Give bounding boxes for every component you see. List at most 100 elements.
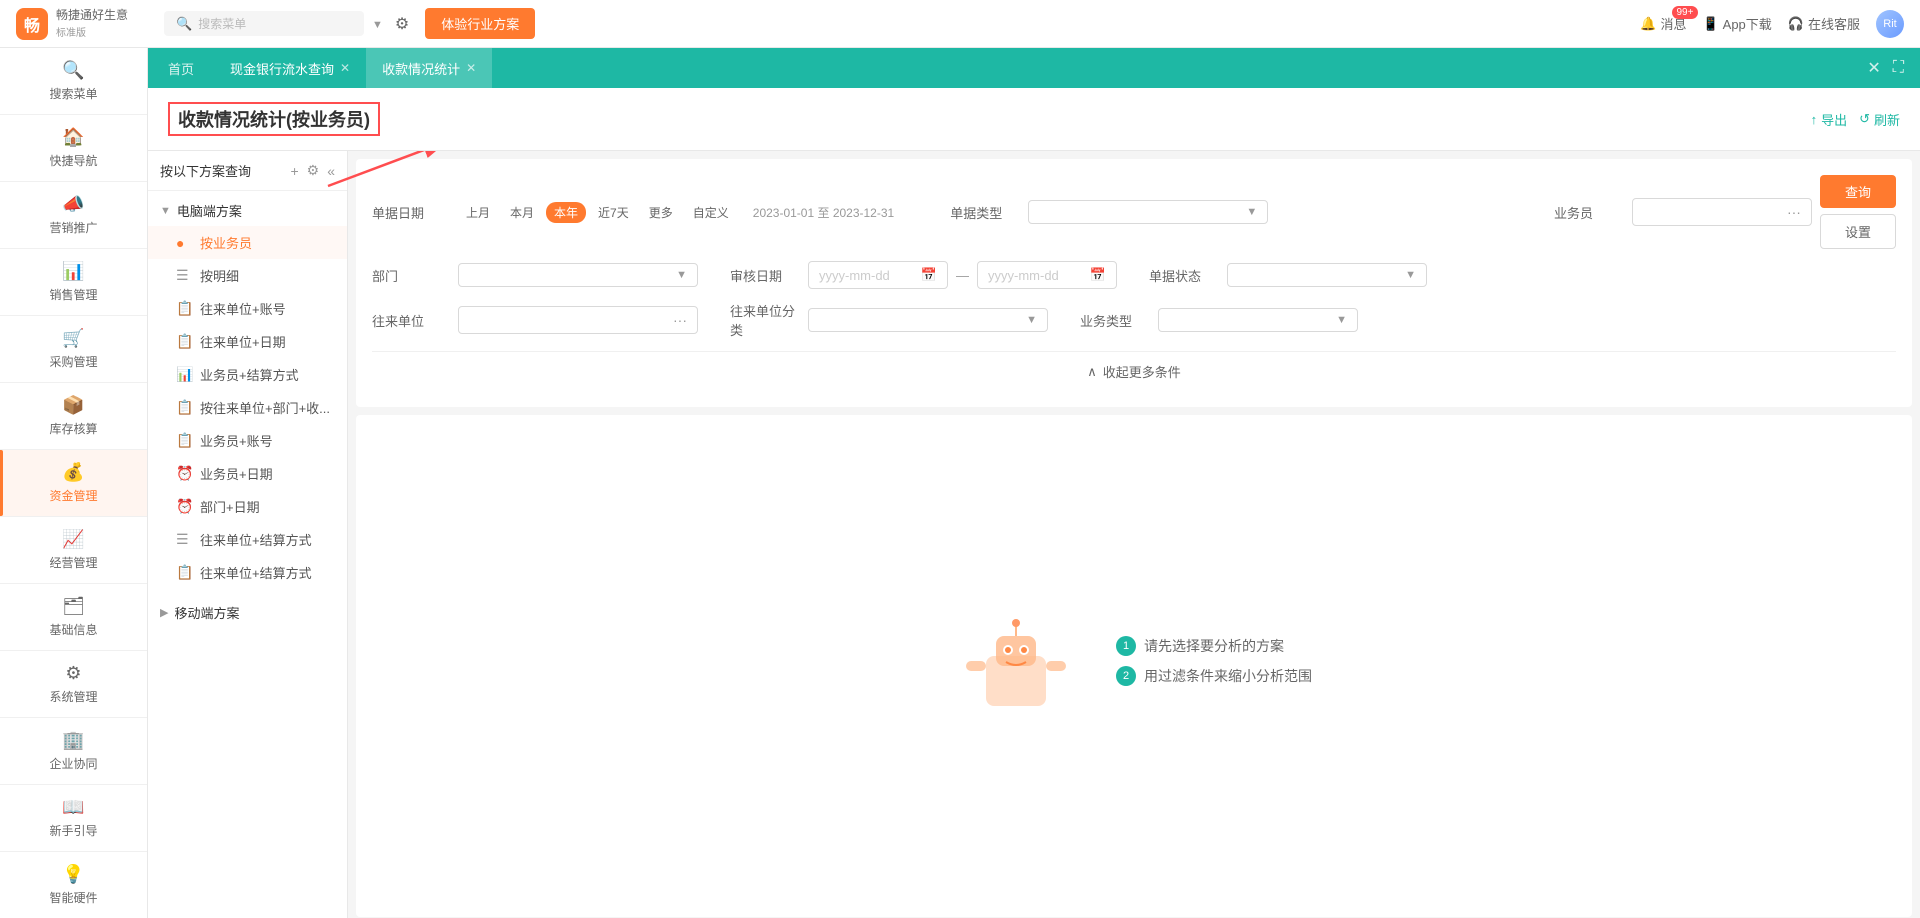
- filter-panel: 单据日期 上月 本月 本年 近7天 更多 自定义 2023-01-01 至 20…: [356, 159, 1912, 407]
- refresh-btn[interactable]: ↺ 刷新: [1859, 110, 1900, 129]
- salesperson-select[interactable]: ···: [1632, 198, 1812, 226]
- sidebar-item-enterprise[interactable]: 🏢 企业协同: [0, 718, 147, 785]
- refresh-icon: ↺: [1859, 111, 1870, 127]
- collapse-chevron-icon: ∧: [1087, 364, 1097, 380]
- sidebar-item-inventory[interactable]: 📦 库存核算: [0, 383, 147, 450]
- business-type-label: 业务类型: [1080, 311, 1150, 330]
- doc-type-label: 单据类型: [950, 203, 1020, 222]
- scheme-add-icon[interactable]: +: [290, 163, 298, 179]
- collapse-bar[interactable]: ∧ 收起更多条件: [372, 351, 1896, 391]
- gear-settings[interactable]: ⚙: [395, 14, 409, 34]
- tab-expand-btn[interactable]: ⛶: [1893, 59, 1904, 77]
- tab-bank-flow[interactable]: 现金银行流水查询 ✕: [214, 48, 366, 88]
- tab-bar: 首页 现金银行流水查询 ✕ 收款情况统计 ✕ ✕ ⛶: [148, 48, 1920, 88]
- settings-btn[interactable]: 设置: [1820, 214, 1896, 249]
- logo-text: 畅捷通好生意: [56, 8, 128, 24]
- header-search-box[interactable]: 🔍 搜索菜单: [164, 11, 364, 36]
- counterpart-select[interactable]: ···: [458, 306, 698, 334]
- main-layout: 🔍 搜索菜单 🏠 快捷导航 📣 营销推广 📊 销售管理 🛒 采购管理 📦 库存核…: [0, 48, 1920, 918]
- scheme-settings-icon[interactable]: ⚙: [307, 162, 320, 179]
- filter-actions: 查询 设置: [1820, 175, 1896, 249]
- scheme-collapse-icon[interactable]: «: [327, 163, 335, 179]
- scheme-item-by-salesperson[interactable]: ● 按业务员: [148, 226, 347, 259]
- tab-bank-flow-close[interactable]: ✕: [340, 61, 350, 75]
- logo-icon: 畅: [16, 8, 48, 40]
- audit-date-end[interactable]: yyyy-mm-dd 📅: [977, 261, 1117, 289]
- date-tab-this-month[interactable]: 本月: [502, 202, 542, 223]
- empty-state: 1 请先选择要分析的方案 2 用过滤条件来缩小分析范围: [356, 415, 1912, 917]
- dept-chevron: ▼: [676, 269, 687, 281]
- scheme-item-unit-account[interactable]: 📋 往来单位+账号: [148, 292, 347, 325]
- empty-state-steps: 1 请先选择要分析的方案 2 用过滤条件来缩小分析范围: [1116, 636, 1312, 696]
- page-inner: 按以下方案查询 + ⚙ « ▼ 电脑端方案: [148, 151, 1920, 918]
- dept-label: 部门: [372, 266, 442, 285]
- date-tab-custom[interactable]: 自定义: [685, 202, 737, 223]
- sidebar-item-finance[interactable]: 💰 资金管理: [0, 450, 147, 517]
- export-btn[interactable]: ↑ 导出: [1811, 110, 1848, 129]
- sidebar-item-smart-hw[interactable]: 💡 智能硬件: [0, 852, 147, 918]
- purchase-icon: 🛒: [62, 328, 84, 349]
- sidebar-item-operations[interactable]: 📈 经营管理: [0, 517, 147, 584]
- enterprise-icon: 🏢: [62, 730, 84, 751]
- salesperson-label: 业务员: [1554, 203, 1624, 222]
- sidebar-item-sales[interactable]: 📊 销售管理: [0, 249, 147, 316]
- trial-btn[interactable]: 体验行业方案: [425, 8, 535, 39]
- scheme-item-by-detail[interactable]: ☰ 按明细: [148, 259, 347, 292]
- doc-status-select[interactable]: ▼: [1227, 263, 1427, 287]
- business-type-chevron: ▼: [1336, 314, 1347, 326]
- dept-select[interactable]: ▼: [458, 263, 698, 287]
- unit-settlement1-icon: ☰: [176, 531, 192, 548]
- scheme-group-desktop: ▼ 电脑端方案 ● 按业务员 ☰ 按明细 📋: [148, 191, 347, 593]
- sidebar-item-marketing[interactable]: 📣 营销推广: [0, 182, 147, 249]
- query-btn[interactable]: 查询: [1820, 175, 1896, 208]
- scheme-item-dept-date[interactable]: ⏰ 部门+日期: [148, 490, 347, 523]
- sidebar-item-purchase[interactable]: 🛒 采购管理: [0, 316, 147, 383]
- business-type-select[interactable]: ▼: [1158, 308, 1358, 332]
- robot-illustration: [956, 606, 1076, 726]
- marketing-icon: 📣: [62, 194, 84, 215]
- doc-type-chevron: ▼: [1246, 206, 1257, 218]
- sidebar-item-guide[interactable]: 📖 新手引导: [0, 785, 147, 852]
- scheme-group-desktop-title[interactable]: ▼ 电脑端方案: [148, 195, 347, 226]
- scheme-header: 按以下方案查询 + ⚙ «: [148, 151, 347, 191]
- tab-collection-stats[interactable]: 收款情况统计 ✕: [366, 48, 492, 88]
- sidebar-item-search-menu[interactable]: 🔍 搜索菜单: [0, 48, 147, 115]
- dept-date-icon: ⏰: [176, 498, 192, 515]
- sidebar-item-basic-info[interactable]: 🗂 基础信息: [0, 584, 147, 651]
- tab-close-all-btn[interactable]: ✕: [1867, 58, 1880, 78]
- calendar-icon-2: 📅: [1090, 267, 1106, 283]
- scheme-item-unit-dept[interactable]: 📋 按往来单位+部门+收...: [148, 391, 347, 424]
- scheme-item-salesperson-date[interactable]: ⏰ 业务员+日期: [148, 457, 347, 490]
- audit-date-start[interactable]: yyyy-mm-dd 📅: [808, 261, 948, 289]
- date-tab-more[interactable]: 更多: [641, 202, 681, 223]
- online-service-btn[interactable]: 🎧 在线客服: [1788, 14, 1860, 33]
- app-download-btn[interactable]: 📱 App下载: [1702, 14, 1771, 33]
- tab-home[interactable]: 首页: [148, 48, 214, 88]
- search-menu-icon: 🔍: [62, 60, 84, 81]
- date-tab-last-7-days[interactable]: 近7天: [590, 202, 637, 223]
- header-chevron-down[interactable]: ▼: [372, 16, 383, 31]
- logo-badge: 标准版: [56, 24, 128, 39]
- scheme-item-salesperson-settlement[interactable]: 📊 业务员+结算方式: [148, 358, 347, 391]
- sidebar-item-quick-nav[interactable]: 🏠 快捷导航: [0, 115, 147, 182]
- date-tab-this-year[interactable]: 本年: [546, 202, 586, 223]
- scheme-item-unit-settlement1[interactable]: ☰ 往来单位+结算方式: [148, 523, 347, 556]
- sidebar: 🔍 搜索菜单 🏠 快捷导航 📣 营销推广 📊 销售管理 🛒 采购管理 📦 库存核…: [0, 48, 148, 918]
- page-title: 收款情况统计(按业务员): [168, 102, 380, 136]
- date-tab-last-month[interactable]: 上月: [458, 202, 498, 223]
- page-content: 收款情况统计(按业务员) ↑ 导出 ↺ 刷新 按以下: [148, 88, 1920, 918]
- user-avatar[interactable]: Rit: [1876, 10, 1904, 38]
- expand-arrow: ▼: [160, 205, 171, 217]
- message-btn[interactable]: 🔔 消息 99+: [1640, 14, 1686, 33]
- tab-collection-stats-close[interactable]: ✕: [466, 61, 476, 75]
- counterpart-category-select[interactable]: ▼: [808, 308, 1048, 332]
- scheme-item-unit-settlement2[interactable]: 📋 往来单位+结算方式: [148, 556, 347, 589]
- scheme-item-salesperson-account[interactable]: 📋 业务员+账号: [148, 424, 347, 457]
- date-tabs: 上月 本月 本年 近7天 更多 自定义: [458, 202, 737, 223]
- doc-type-select[interactable]: ▼: [1028, 200, 1268, 224]
- scheme-group-mobile: ▶ 移动端方案: [148, 593, 347, 632]
- scheme-item-unit-date[interactable]: 📋 往来单位+日期: [148, 325, 347, 358]
- scheme-group-mobile-title[interactable]: ▶ 移动端方案: [148, 597, 347, 628]
- sidebar-item-system[interactable]: ⚙ 系统管理: [0, 651, 147, 718]
- sales-icon: 📊: [62, 261, 84, 282]
